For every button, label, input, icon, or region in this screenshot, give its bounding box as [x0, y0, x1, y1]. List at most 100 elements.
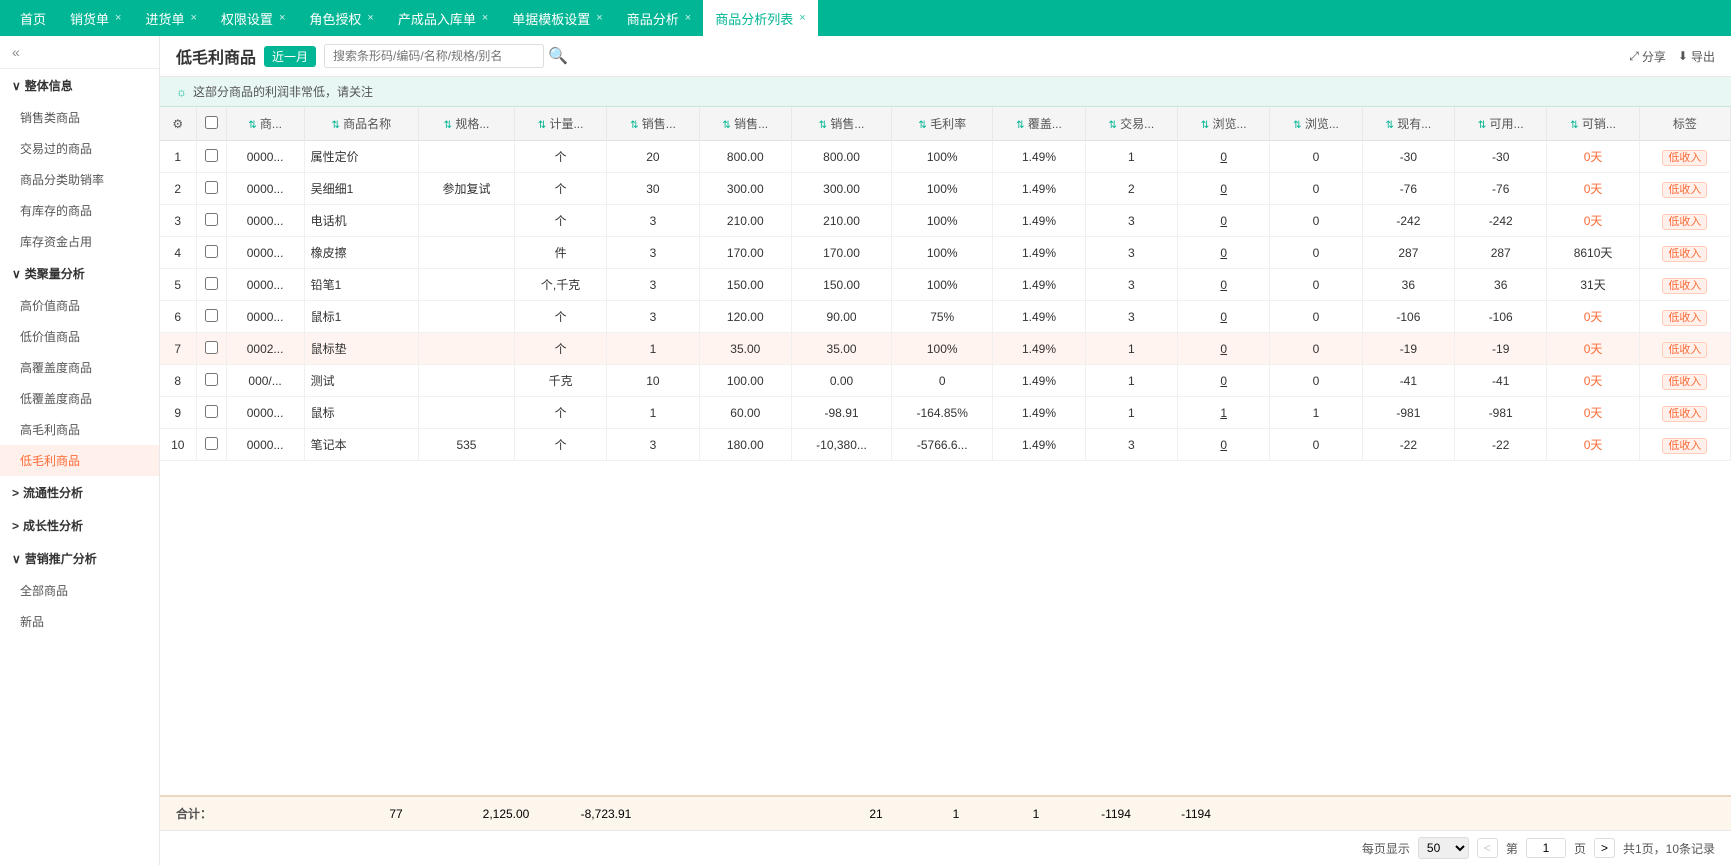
sidebar-section-flow[interactable]: > 流通性分析 [0, 476, 159, 509]
row-checkbox[interactable] [196, 397, 226, 429]
row-name[interactable]: 鼠标 [304, 397, 418, 429]
close-icon[interactable]: × [799, 12, 805, 24]
col-available[interactable]: ⇅ 可用... [1455, 107, 1547, 141]
col-stock[interactable]: ⇅ 现有... [1362, 107, 1454, 141]
sidebar-section-marketing[interactable]: ∨ 营销推广分析 [0, 542, 159, 575]
col-view1[interactable]: ⇅ 浏览... [1178, 107, 1270, 141]
sidebar-collapse-btn[interactable]: « [8, 42, 24, 62]
row-checkbox[interactable] [196, 429, 226, 461]
sidebar-item-high-value[interactable]: 高价值商品 [0, 290, 159, 321]
row-view1[interactable]: 0 [1178, 333, 1270, 365]
row-view1[interactable]: 0 [1178, 269, 1270, 301]
row-select-checkbox[interactable] [205, 277, 218, 290]
nav-permission[interactable]: 权限设置 × [209, 0, 297, 36]
row-select-checkbox[interactable] [205, 213, 218, 226]
close-icon[interactable]: × [482, 12, 488, 24]
col-spec[interactable]: ⇅ 规格... [419, 107, 515, 141]
time-tag-button[interactable]: 近一月 [264, 46, 316, 67]
row-name[interactable]: 鼠标1 [304, 301, 418, 333]
sidebar-item-all-goods[interactable]: 全部商品 [0, 575, 159, 606]
col-margin[interactable]: ⇅ 毛利率 [892, 107, 993, 141]
row-name[interactable]: 电话机 [304, 205, 418, 237]
sidebar-item-high-margin[interactable]: 高毛利商品 [0, 414, 159, 445]
row-name[interactable]: 吴细细1 [304, 173, 418, 205]
row-view1[interactable]: 0 [1178, 141, 1270, 173]
export-button[interactable]: ⬇ 导出 [1678, 48, 1715, 65]
nav-home[interactable]: 首页 [8, 0, 58, 36]
sidebar-item-low-margin[interactable]: 低毛利商品 [0, 445, 159, 476]
row-view1[interactable]: 1 [1178, 397, 1270, 429]
sidebar-section-cluster[interactable]: ∨ 类聚量分析 [0, 257, 159, 290]
row-name[interactable]: 鼠标垫 [304, 333, 418, 365]
row-view1[interactable]: 0 [1178, 301, 1270, 333]
select-all-checkbox[interactable] [205, 116, 218, 129]
nav-sales[interactable]: 销货单 × [58, 0, 133, 36]
row-checkbox[interactable] [196, 237, 226, 269]
close-icon[interactable]: × [279, 12, 285, 24]
sidebar-item-new-goods[interactable]: 新品 [0, 606, 159, 637]
sidebar-section-overall[interactable]: ∨ 整体信息 [0, 69, 159, 102]
col-name[interactable]: ⇅ 商品名称 [304, 107, 418, 141]
close-icon[interactable]: × [190, 12, 196, 24]
col-tag[interactable]: 标签 [1639, 107, 1730, 141]
col-settings[interactable]: ⚙ [160, 107, 196, 141]
sidebar-item-stock-goods[interactable]: 有库存的商品 [0, 195, 159, 226]
row-view1[interactable]: 0 [1178, 173, 1270, 205]
col-sales-qty[interactable]: ⇅ 销售... [607, 107, 699, 141]
sidebar-item-low-coverage[interactable]: 低覆盖度商品 [0, 383, 159, 414]
row-name[interactable]: 铅笔1 [304, 269, 418, 301]
col-trade[interactable]: ⇅ 交易... [1085, 107, 1177, 141]
row-checkbox[interactable] [196, 205, 226, 237]
row-name[interactable]: 笔记本 [304, 429, 418, 461]
page-number-input[interactable] [1526, 838, 1566, 858]
row-checkbox[interactable] [196, 141, 226, 173]
sidebar-section-growth[interactable]: > 成长性分析 [0, 509, 159, 542]
nav-template[interactable]: 单据模板设置 × [500, 0, 614, 36]
close-icon[interactable]: × [367, 12, 373, 24]
col-view2[interactable]: ⇅ 浏览... [1270, 107, 1362, 141]
sidebar-item-high-coverage[interactable]: 高覆盖度商品 [0, 352, 159, 383]
sidebar-item-stock-capital[interactable]: 库存资金占用 [0, 226, 159, 257]
row-name[interactable]: 测试 [304, 365, 418, 397]
close-icon[interactable]: × [115, 12, 121, 24]
row-view1[interactable]: 0 [1178, 429, 1270, 461]
close-icon[interactable]: × [685, 12, 691, 24]
col-sellable[interactable]: ⇅ 可销... [1547, 107, 1639, 141]
nav-product-in[interactable]: 产成品入库单 × [386, 0, 500, 36]
row-checkbox[interactable] [196, 301, 226, 333]
row-name[interactable]: 属性定价 [304, 141, 418, 173]
col-unit[interactable]: ⇅ 计量... [514, 107, 606, 141]
share-button[interactable]: ⤢ 分享 [1629, 48, 1666, 65]
col-sales-profit[interactable]: ⇅ 销售... [791, 107, 891, 141]
nav-goods-list[interactable]: 商品分析列表 × [703, 0, 817, 36]
col-sales-amount[interactable]: ⇅ 销售... [699, 107, 791, 141]
sidebar-item-category-rate[interactable]: 商品分类助销率 [0, 164, 159, 195]
row-view1[interactable]: 0 [1178, 237, 1270, 269]
row-select-checkbox[interactable] [205, 373, 218, 386]
nav-role[interactable]: 角色授权 × [297, 0, 385, 36]
row-name[interactable]: 橡皮擦 [304, 237, 418, 269]
search-input[interactable] [324, 44, 544, 68]
row-select-checkbox[interactable] [205, 437, 218, 450]
row-checkbox[interactable] [196, 173, 226, 205]
sidebar-item-low-value[interactable]: 低价值商品 [0, 321, 159, 352]
row-select-checkbox[interactable] [205, 149, 218, 162]
sidebar-item-sales-goods[interactable]: 销售类商品 [0, 102, 159, 133]
next-page-button[interactable]: > [1594, 838, 1615, 858]
row-select-checkbox[interactable] [205, 341, 218, 354]
prev-page-button[interactable]: < [1477, 838, 1498, 858]
row-view1[interactable]: 0 [1178, 365, 1270, 397]
row-view1[interactable]: 0 [1178, 205, 1270, 237]
row-select-checkbox[interactable] [205, 405, 218, 418]
row-select-checkbox[interactable] [205, 309, 218, 322]
search-button[interactable]: 🔍 [548, 46, 568, 66]
row-select-checkbox[interactable] [205, 245, 218, 258]
col-coverage[interactable]: ⇅ 覆盖... [993, 107, 1085, 141]
col-code[interactable]: ⇅ 商... [226, 107, 304, 141]
row-checkbox[interactable] [196, 365, 226, 397]
nav-purchase[interactable]: 进货单 × [133, 0, 208, 36]
row-checkbox[interactable] [196, 333, 226, 365]
nav-goods-analysis[interactable]: 商品分析 × [615, 0, 703, 36]
row-select-checkbox[interactable] [205, 181, 218, 194]
sidebar-item-traded-goods[interactable]: 交易过的商品 [0, 133, 159, 164]
